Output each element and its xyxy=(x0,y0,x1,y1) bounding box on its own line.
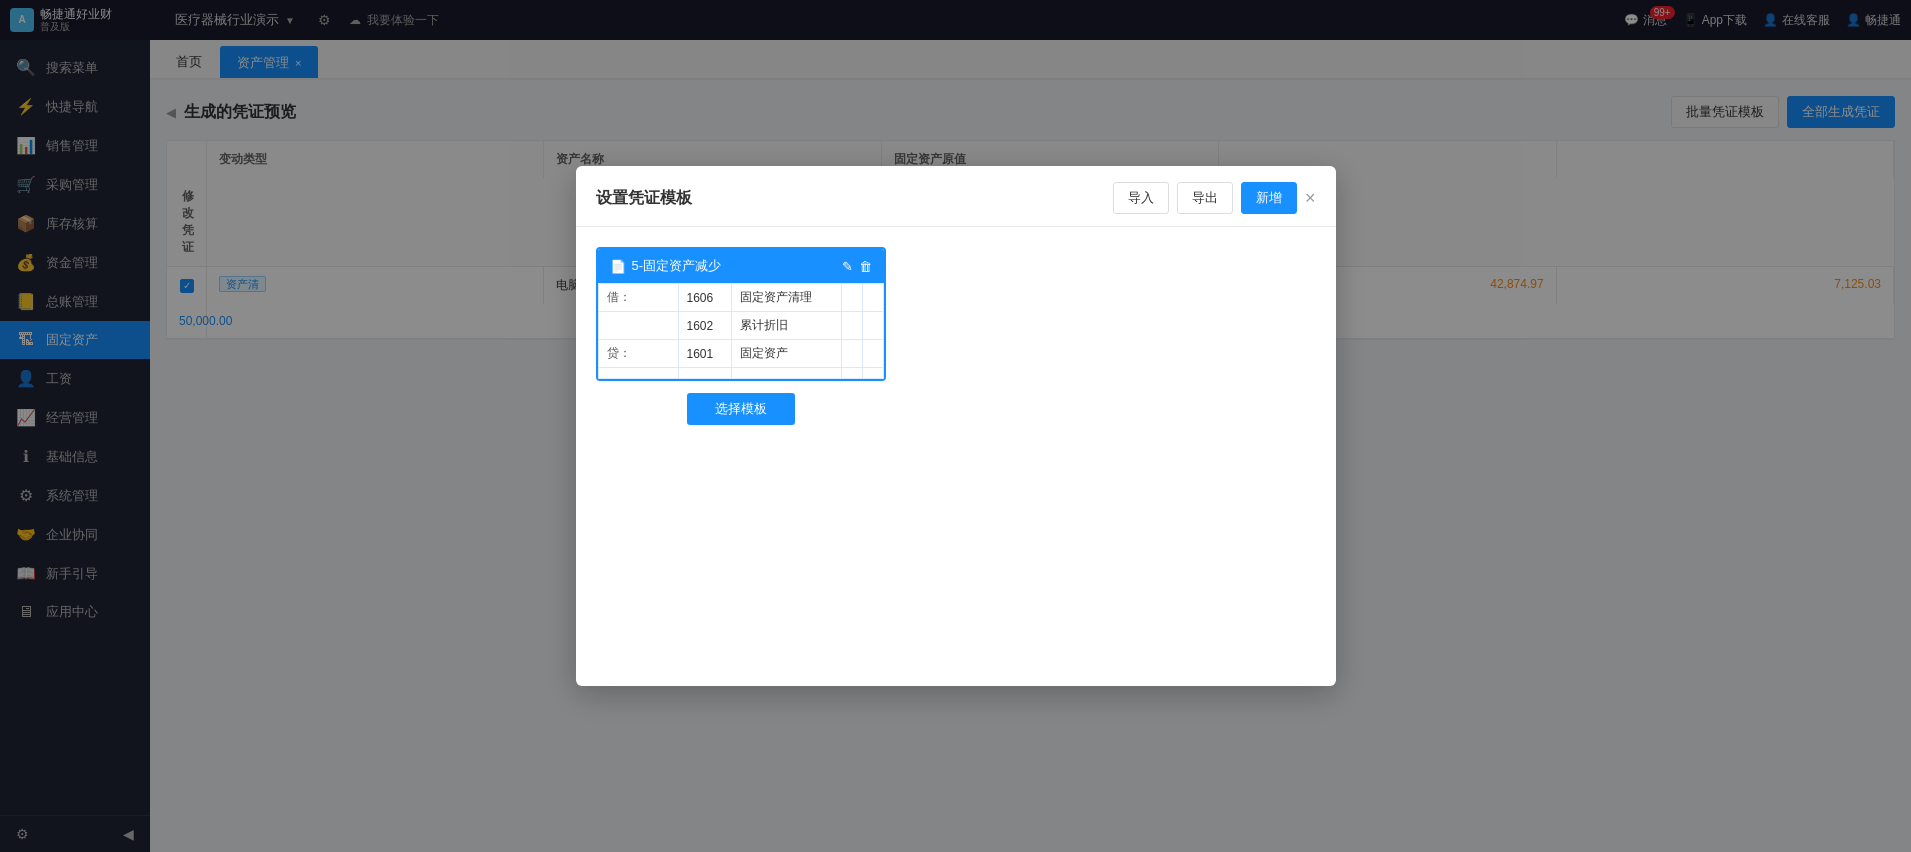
entry-subject-2: 累计折旧 xyxy=(732,312,841,340)
new-button[interactable]: 新增 xyxy=(1241,182,1297,214)
template-card-header: 📄 5-固定资产减少 ✎ 🗑 xyxy=(598,249,884,283)
entry-code-3: 1601 xyxy=(678,340,732,368)
template-name: 5-固定资产减少 xyxy=(632,257,722,275)
template-icon: 📄 xyxy=(610,259,626,274)
template-entry-row: 贷： 1601 固定资产 xyxy=(598,340,883,368)
template-entry-row xyxy=(598,368,883,379)
voucher-template-dialog: 设置凭证模板 导入 导出 新增 × 📄 5-固定资产减少 ✎ 🗑 xyxy=(576,166,1336,686)
entry-direction-3: 贷： xyxy=(598,340,678,368)
export-button[interactable]: 导出 xyxy=(1177,182,1233,214)
entry-subject-1: 固定资产清理 xyxy=(732,284,841,312)
dialog-title: 设置凭证模板 xyxy=(596,188,692,209)
entry-empty-3 xyxy=(732,368,841,379)
entry-empty-2 xyxy=(678,368,732,379)
template-entry-row: 1602 累计折旧 xyxy=(598,312,883,340)
template-entry-row: 借： 1606 固定资产清理 xyxy=(598,284,883,312)
template-delete-icon[interactable]: 🗑 xyxy=(859,259,872,274)
dialog-body: 📄 5-固定资产减少 ✎ 🗑 借： 1606 固定资产清理 xyxy=(576,227,1336,457)
import-button[interactable]: 导入 xyxy=(1113,182,1169,214)
entry-debit-1 xyxy=(841,284,862,312)
template-header-left: 📄 5-固定资产减少 xyxy=(610,257,722,275)
template-entries-table: 借： 1606 固定资产清理 1602 累计折旧 xyxy=(598,283,884,379)
entry-credit-1 xyxy=(862,284,883,312)
template-edit-icon[interactable]: ✎ xyxy=(842,259,853,274)
entry-code-1: 1606 xyxy=(678,284,732,312)
template-card: 📄 5-固定资产减少 ✎ 🗑 借： 1606 固定资产清理 xyxy=(596,247,886,381)
entry-empty-5 xyxy=(862,368,883,379)
entry-direction-1: 借： xyxy=(598,284,678,312)
dialog-header: 设置凭证模板 导入 导出 新增 × xyxy=(576,166,1336,227)
entry-credit-3 xyxy=(862,340,883,368)
template-action-icons: ✎ 🗑 xyxy=(842,259,872,274)
entry-subject-3: 固定资产 xyxy=(732,340,841,368)
dialog-toolbar: 导入 导出 新增 xyxy=(1113,182,1297,214)
entry-direction-2 xyxy=(598,312,678,340)
entry-debit-3 xyxy=(841,340,862,368)
entry-debit-2 xyxy=(841,312,862,340)
entry-code-2: 1602 xyxy=(678,312,732,340)
template-card-body: 借： 1606 固定资产清理 1602 累计折旧 xyxy=(598,283,884,379)
entry-empty-4 xyxy=(841,368,862,379)
select-template-button[interactable]: 选择模板 xyxy=(687,393,795,425)
entry-credit-2 xyxy=(862,312,883,340)
entry-empty-1 xyxy=(598,368,678,379)
dialog-close-button[interactable]: × xyxy=(1305,189,1316,207)
select-template-btn-container: 选择模板 xyxy=(596,381,886,437)
